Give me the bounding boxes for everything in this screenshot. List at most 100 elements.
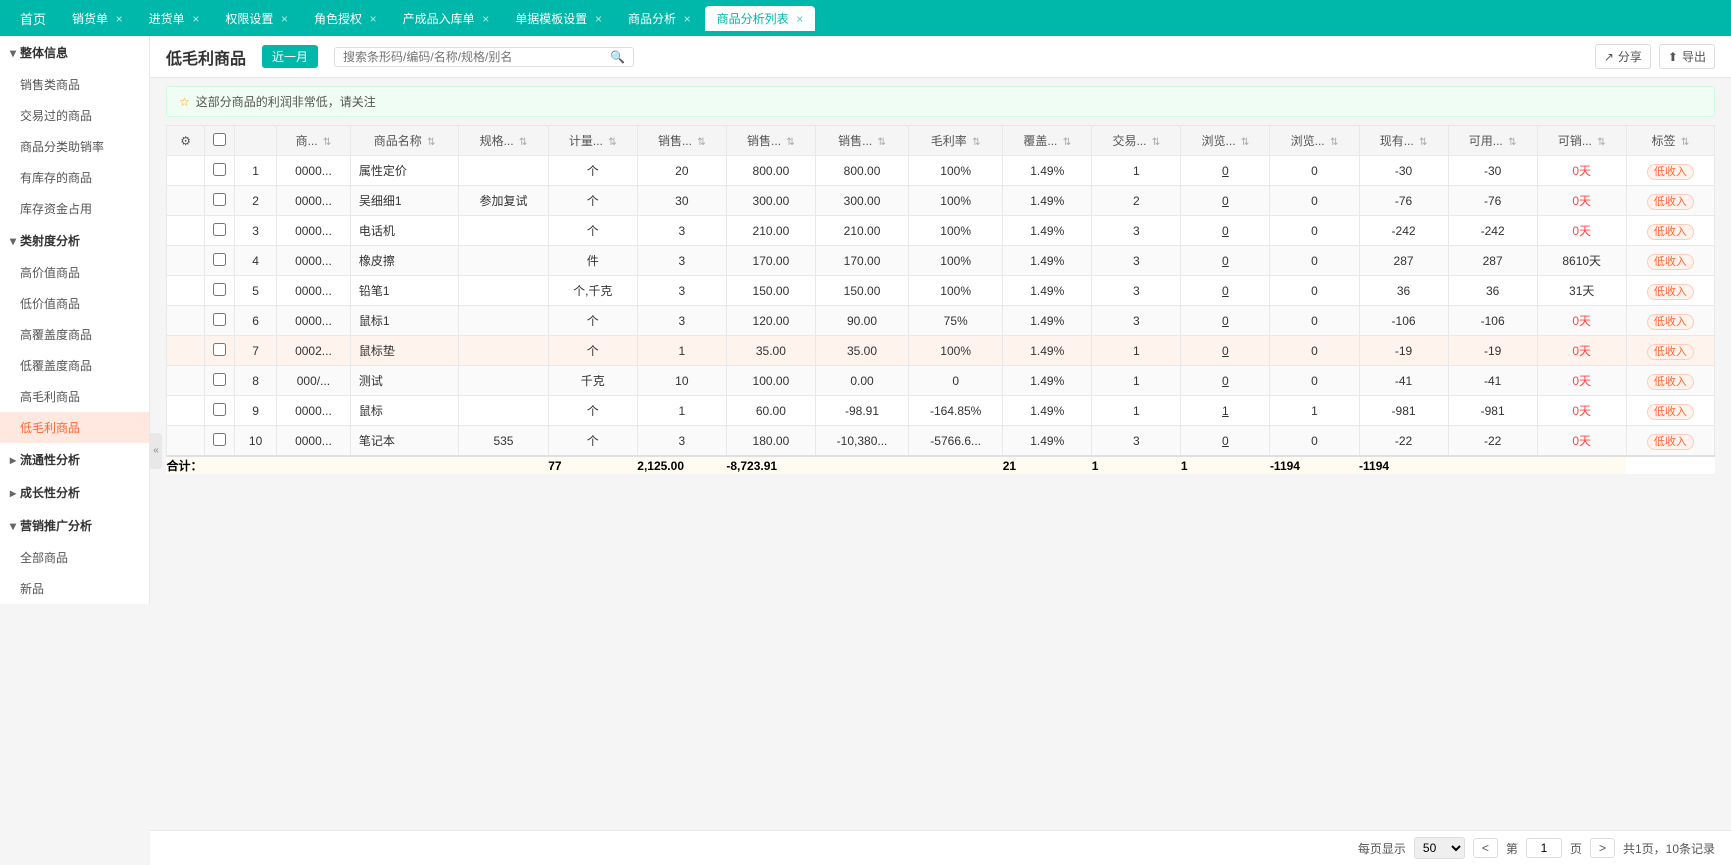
col-margin-rate[interactable]: 毛利率 ⇅ <box>909 126 1003 156</box>
col-sales-amount[interactable]: 销售... ⇅ <box>726 126 815 156</box>
col-sellable[interactable]: 可销... ⇅ <box>1537 126 1626 156</box>
sidebar-item-stock-fund[interactable]: 库存资金占用 <box>0 193 149 224</box>
col-tag[interactable]: 标签 ⇅ <box>1626 126 1714 156</box>
row-checkbox[interactable] <box>205 366 235 396</box>
row-browse1[interactable]: 0 <box>1181 336 1270 366</box>
row-select-checkbox[interactable] <box>213 373 226 386</box>
sidebar-group-growth[interactable]: ▸ 成长性分析 <box>0 476 149 509</box>
row-browse1[interactable]: 0 <box>1181 186 1270 216</box>
row-browse1[interactable]: 1 <box>1181 396 1270 426</box>
row-checkbox[interactable] <box>205 246 235 276</box>
sidebar-group-marketing[interactable]: ▾ 营销推广分析 <box>0 509 149 542</box>
sidebar-group-analysis[interactable]: ▾ 类射度分析 <box>0 224 149 257</box>
row-checkbox[interactable] <box>205 426 235 457</box>
sidebar-item-new-goods[interactable]: 新品 <box>0 573 149 604</box>
sidebar-item-low-margin[interactable]: 低毛利商品 <box>0 412 149 443</box>
col-sales-profit[interactable]: 销售... ⇅ <box>815 126 908 156</box>
sidebar-group-circulation[interactable]: ▸ 流通性分析 <box>0 443 149 476</box>
row-browse1[interactable]: 0 <box>1181 426 1270 457</box>
row-settings[interactable] <box>167 336 205 366</box>
col-settings[interactable]: ⚙ <box>167 126 205 156</box>
search-input[interactable] <box>343 50 610 64</box>
export-button[interactable]: ⬆ 导出 <box>1659 44 1715 69</box>
close-analysis-icon[interactable]: × <box>684 12 691 26</box>
col-trade-count[interactable]: 交易... ⇅ <box>1092 126 1181 156</box>
col-unit[interactable]: 计量... ⇅ <box>548 126 637 156</box>
col-sales-qty[interactable]: 销售... ⇅ <box>637 126 726 156</box>
row-select-checkbox[interactable] <box>213 163 226 176</box>
sidebar-item-low-value[interactable]: 低价值商品 <box>0 288 149 319</box>
col-code[interactable]: 商... ⇅ <box>276 126 350 156</box>
row-settings[interactable] <box>167 276 205 306</box>
row-settings[interactable] <box>167 156 205 186</box>
next-page-button[interactable]: > <box>1590 838 1615 858</box>
sidebar-item-all-goods[interactable]: 全部商品 <box>0 542 149 573</box>
close-product-icon[interactable]: × <box>482 12 489 26</box>
row-checkbox[interactable] <box>205 216 235 246</box>
row-checkbox[interactable] <box>205 396 235 426</box>
row-checkbox[interactable] <box>205 186 235 216</box>
search-icon[interactable]: 🔍 <box>610 50 625 64</box>
per-page-select[interactable]: 50 100 200 <box>1414 837 1465 859</box>
sidebar-item-high-value[interactable]: 高价值商品 <box>0 257 149 288</box>
row-settings[interactable] <box>167 396 205 426</box>
row-checkbox[interactable] <box>205 276 235 306</box>
close-role-icon[interactable]: × <box>370 12 377 26</box>
col-spec[interactable]: 规格... ⇅ <box>459 126 548 156</box>
nav-purchase[interactable]: 进货单 × <box>137 6 212 31</box>
nav-goods-analysis-list[interactable]: 商品分析列表 × <box>705 6 816 31</box>
row-settings[interactable] <box>167 216 205 246</box>
row-settings[interactable] <box>167 306 205 336</box>
row-browse1[interactable]: 0 <box>1181 276 1270 306</box>
row-select-checkbox[interactable] <box>213 193 226 206</box>
row-select-checkbox[interactable] <box>213 403 226 416</box>
col-available[interactable]: 可用... ⇅ <box>1448 126 1537 156</box>
nav-permission[interactable]: 权限设置 × <box>213 6 300 31</box>
row-checkbox[interactable] <box>205 306 235 336</box>
share-button[interactable]: ↗ 分享 <box>1595 44 1651 69</box>
prev-page-button[interactable]: < <box>1473 838 1498 858</box>
col-browse2[interactable]: 浏览... ⇅ <box>1270 126 1359 156</box>
row-settings[interactable] <box>167 246 205 276</box>
row-checkbox[interactable] <box>205 156 235 186</box>
col-browse1[interactable]: 浏览... ⇅ <box>1181 126 1270 156</box>
page-input[interactable] <box>1526 838 1562 858</box>
sidebar-item-high-coverage[interactable]: 高覆盖度商品 <box>0 319 149 350</box>
nav-sales[interactable]: 销货单 × <box>60 6 135 31</box>
nav-goods-analysis[interactable]: 商品分析 × <box>616 6 703 31</box>
nav-role[interactable]: 角色授权 × <box>302 6 389 31</box>
row-browse1[interactable]: 0 <box>1181 306 1270 336</box>
sidebar-item-in-stock[interactable]: 有库存的商品 <box>0 162 149 193</box>
sidebar-item-category-rate[interactable]: 商品分类助销率 <box>0 131 149 162</box>
row-browse1[interactable]: 0 <box>1181 216 1270 246</box>
sidebar-item-high-margin[interactable]: 高毛利商品 <box>0 381 149 412</box>
sidebar-item-low-coverage[interactable]: 低覆盖度商品 <box>0 350 149 381</box>
col-checkbox[interactable] <box>205 126 235 156</box>
col-current-stock[interactable]: 现有... ⇅ <box>1359 126 1448 156</box>
col-coverage[interactable]: 覆盖... ⇅ <box>1003 126 1092 156</box>
col-name[interactable]: 商品名称 ⇅ <box>350 126 458 156</box>
row-settings[interactable] <box>167 366 205 396</box>
close-analysis-list-icon[interactable]: × <box>796 12 803 26</box>
sidebar-group-overall[interactable]: ▾ 整体信息 <box>0 36 149 69</box>
sidebar-collapse-button[interactable]: « <box>150 433 162 469</box>
row-select-checkbox[interactable] <box>213 343 226 356</box>
close-template-icon[interactable]: × <box>595 12 602 26</box>
row-browse1[interactable]: 0 <box>1181 246 1270 276</box>
nav-product-in[interactable]: 产成品入库单 × <box>391 6 502 31</box>
row-select-checkbox[interactable] <box>213 253 226 266</box>
row-select-checkbox[interactable] <box>213 313 226 326</box>
row-settings[interactable] <box>167 426 205 457</box>
row-select-checkbox[interactable] <box>213 433 226 446</box>
filter-button[interactable]: 近一月 <box>262 45 318 68</box>
nav-home[interactable]: 首页 <box>8 5 58 32</box>
row-browse1[interactable]: 0 <box>1181 366 1270 396</box>
close-sales-icon[interactable]: × <box>116 12 123 26</box>
sidebar-item-traded-goods[interactable]: 交易过的商品 <box>0 100 149 131</box>
close-purchase-icon[interactable]: × <box>192 12 199 26</box>
nav-template[interactable]: 单据模板设置 × <box>503 6 614 31</box>
row-select-checkbox[interactable] <box>213 223 226 236</box>
row-settings[interactable] <box>167 186 205 216</box>
sidebar-item-sales-goods[interactable]: 销售类商品 <box>0 69 149 100</box>
row-checkbox[interactable] <box>205 336 235 366</box>
